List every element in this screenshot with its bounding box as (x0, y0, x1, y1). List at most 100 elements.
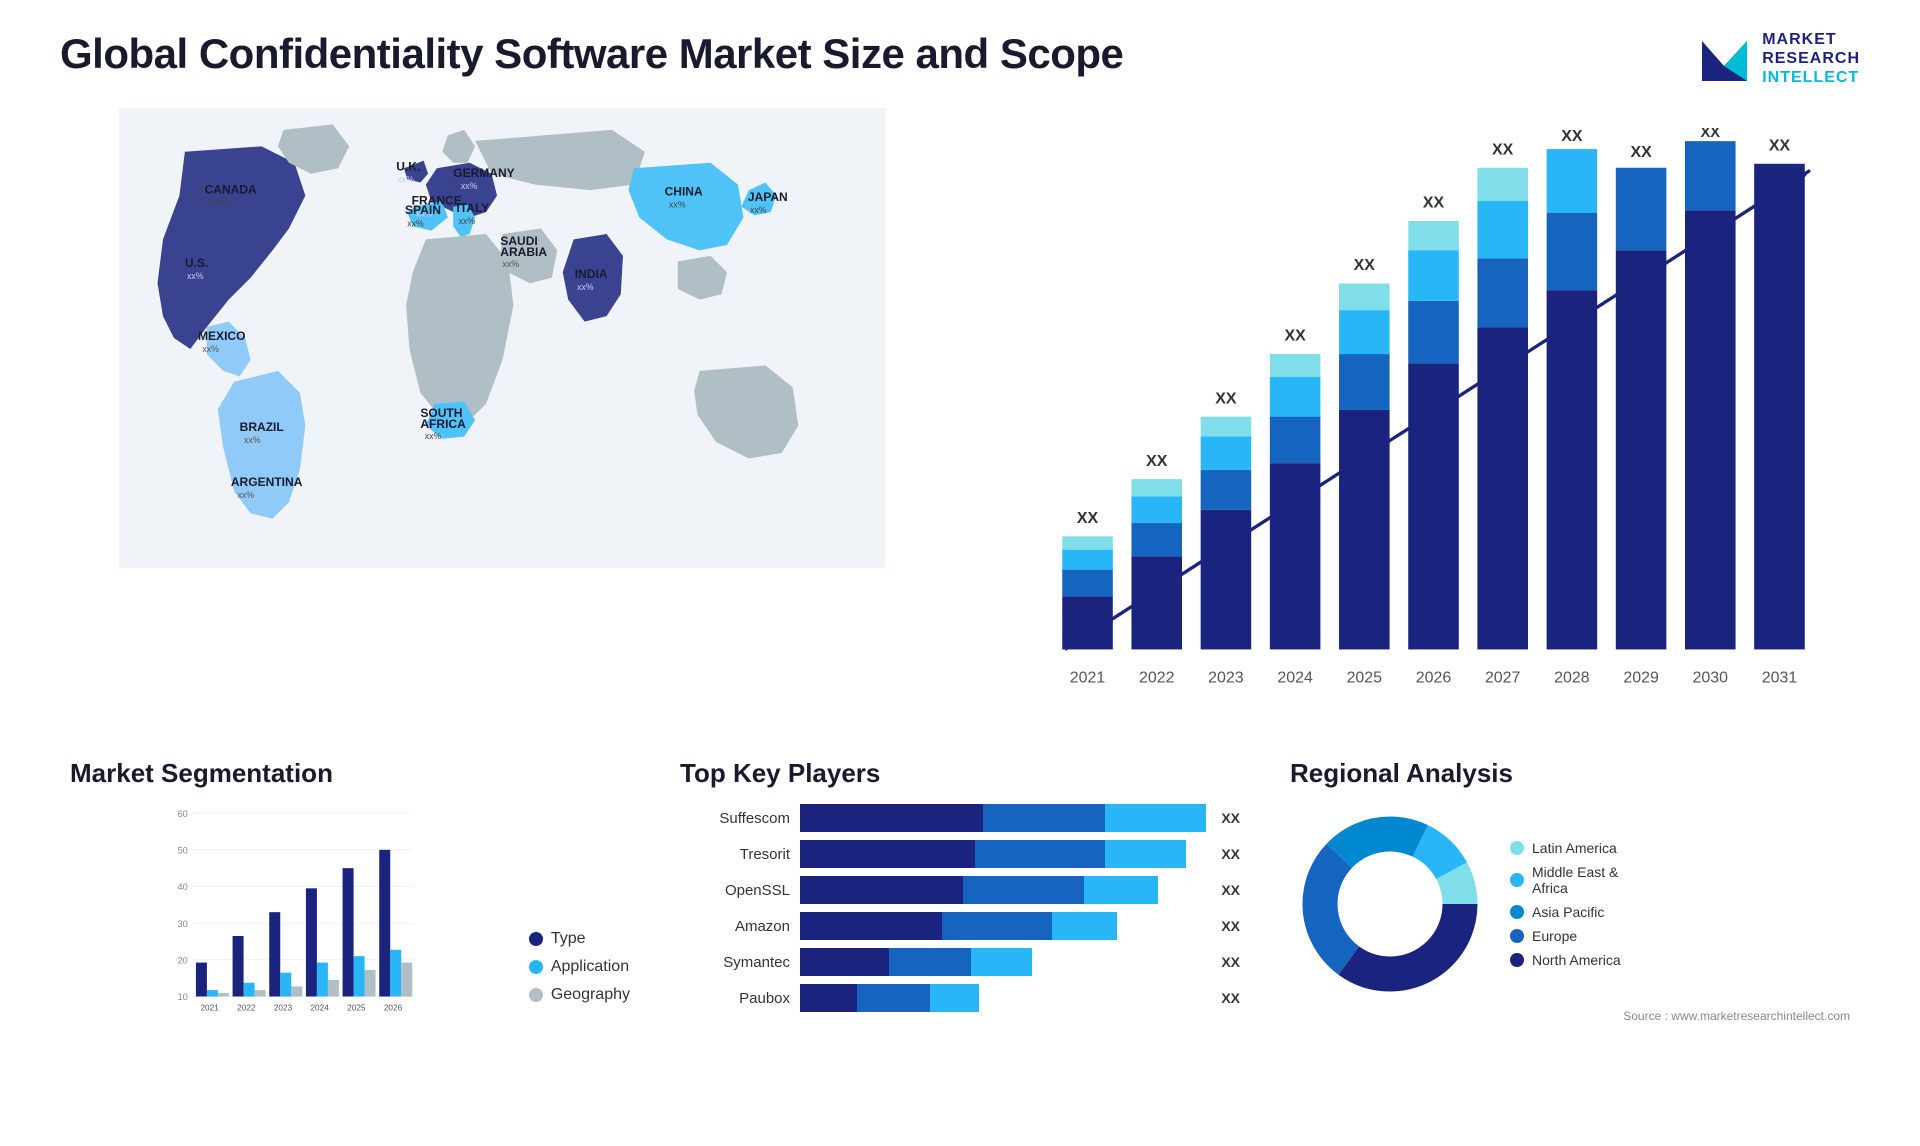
bar-seg3 (1052, 912, 1117, 940)
player-name: Tresorit (680, 846, 790, 863)
svg-text:XX: XX (1146, 452, 1168, 469)
svg-text:2026: 2026 (384, 1003, 403, 1012)
legend-north-america: North America (1510, 952, 1621, 968)
svg-text:XX: XX (1077, 510, 1099, 527)
svg-text:XX: XX (1423, 194, 1445, 211)
svg-text:xx%: xx% (425, 430, 442, 440)
bar-seg3 (1105, 804, 1207, 832)
player-bar (800, 912, 1206, 940)
player-bar-container (800, 840, 1206, 868)
svg-text:SPAIN: SPAIN (405, 203, 441, 217)
bar-seg3 (1084, 876, 1157, 904)
svg-text:xx%: xx% (397, 174, 414, 184)
segmentation-title: Market Segmentation (70, 758, 630, 789)
svg-text:ARABIA: ARABIA (500, 244, 547, 258)
latin-america-dot (1510, 841, 1524, 855)
player-bar-container (800, 876, 1206, 904)
player-bar (800, 840, 1206, 868)
svg-text:2024: 2024 (310, 1003, 329, 1012)
bar-seg1 (800, 876, 963, 904)
svg-text:XX: XX (1215, 390, 1237, 407)
latin-america-label: Latin America (1532, 840, 1617, 856)
type-dot (529, 932, 543, 946)
svg-text:2025: 2025 (347, 1003, 366, 1012)
svg-text:2031: 2031 (1762, 669, 1798, 686)
bar-seg1 (800, 984, 857, 1012)
svg-text:xx%: xx% (459, 216, 476, 226)
legend-asia-pacific: Asia Pacific (1510, 904, 1621, 920)
europe-label: Europe (1532, 928, 1577, 944)
bar-seg3 (971, 948, 1032, 976)
svg-text:10: 10 (178, 992, 188, 1002)
player-bar-container (800, 984, 1206, 1012)
player-bar-container (800, 948, 1206, 976)
bar-seg3 (1105, 840, 1186, 868)
player-name: Symantec (680, 954, 790, 971)
header: Global Confidentiality Software Market S… (60, 30, 1860, 88)
svg-text:2023: 2023 (274, 1003, 293, 1012)
donut-chart (1290, 804, 1490, 1004)
regional-section: Regional Analysis (1280, 748, 1860, 1034)
player-row-tresorit: Tresorit XX (680, 840, 1240, 868)
bar-seg1 (800, 840, 975, 868)
players-section: Top Key Players Suffescom XX Tresorit (670, 748, 1250, 1034)
svg-text:xx%: xx% (461, 181, 478, 191)
application-dot (529, 960, 543, 974)
regional-legend: Latin America Middle East &Africa Asia P… (1510, 840, 1621, 968)
geography-dot (529, 988, 543, 1002)
bar-seg2 (983, 804, 1105, 832)
svg-text:2022: 2022 (1139, 669, 1175, 686)
segmentation-section: Market Segmentation 60 50 40 30 20 10 (60, 748, 640, 1034)
map-section: CANADA xx% U.S. xx% MEXICO xx% BRAZIL xx… (60, 108, 945, 568)
bar-seg2 (889, 948, 970, 976)
svg-text:xx%: xx% (209, 196, 230, 208)
player-row-openssl: OpenSSL XX (680, 876, 1240, 904)
svg-text:XX: XX (1354, 257, 1376, 274)
player-bar (800, 804, 1206, 832)
bar-seg2 (963, 876, 1085, 904)
bar-seg2 (857, 984, 930, 1012)
svg-text:40: 40 (178, 882, 188, 892)
segmentation-content: 60 50 40 30 20 10 (70, 804, 630, 1024)
bar-seg1 (800, 948, 889, 976)
svg-text:XX: XX (1492, 141, 1514, 158)
svg-text:JAPAN: JAPAN (748, 190, 788, 204)
svg-text:xx%: xx% (237, 489, 254, 499)
player-name: Suffescom (680, 810, 790, 827)
player-row-paubox: Paubox XX (680, 984, 1240, 1012)
north-america-dot (1510, 953, 1524, 967)
player-name: OpenSSL (680, 882, 790, 899)
player-bar-container (800, 804, 1206, 832)
player-bar (800, 984, 1206, 1012)
trend-chart: XX 2021 XX 2022 XX 2023 (1025, 128, 1850, 718)
players-title: Top Key Players (680, 758, 1240, 789)
type-label: Type (551, 930, 586, 948)
asia-pacific-label: Asia Pacific (1532, 904, 1604, 920)
asia-pacific-dot (1510, 905, 1524, 919)
svg-text:2021: 2021 (200, 1003, 219, 1012)
player-row-suffescom: Suffescom XX (680, 804, 1240, 832)
middle-east-label: Middle East &Africa (1532, 864, 1618, 896)
svg-text:XX: XX (1769, 137, 1791, 154)
svg-text:XX: XX (1284, 327, 1306, 344)
logo-icon (1697, 31, 1752, 86)
svg-text:xx%: xx% (750, 205, 767, 215)
svg-text:60: 60 (178, 809, 188, 819)
svg-text:ARGENTINA: ARGENTINA (231, 474, 303, 488)
player-value: XX (1221, 954, 1240, 970)
svg-text:2025: 2025 (1347, 669, 1383, 686)
svg-text:2022: 2022 (237, 1003, 256, 1012)
svg-text:2024: 2024 (1277, 669, 1313, 686)
player-value: XX (1221, 918, 1240, 934)
player-value: XX (1221, 882, 1240, 898)
regional-title: Regional Analysis (1290, 758, 1850, 789)
svg-text:50: 50 (178, 846, 188, 856)
player-value: XX (1221, 810, 1240, 826)
seg-chart-svg: 60 50 40 30 20 10 (70, 804, 509, 1024)
svg-text:AFRICA: AFRICA (420, 416, 466, 430)
bar-seg2 (942, 912, 1052, 940)
trend-chart-section: XX 2021 XX 2022 XX 2023 (975, 108, 1860, 728)
svg-text:2030: 2030 (1693, 669, 1729, 686)
svg-text:2023: 2023 (1208, 669, 1244, 686)
svg-text:2029: 2029 (1623, 669, 1659, 686)
